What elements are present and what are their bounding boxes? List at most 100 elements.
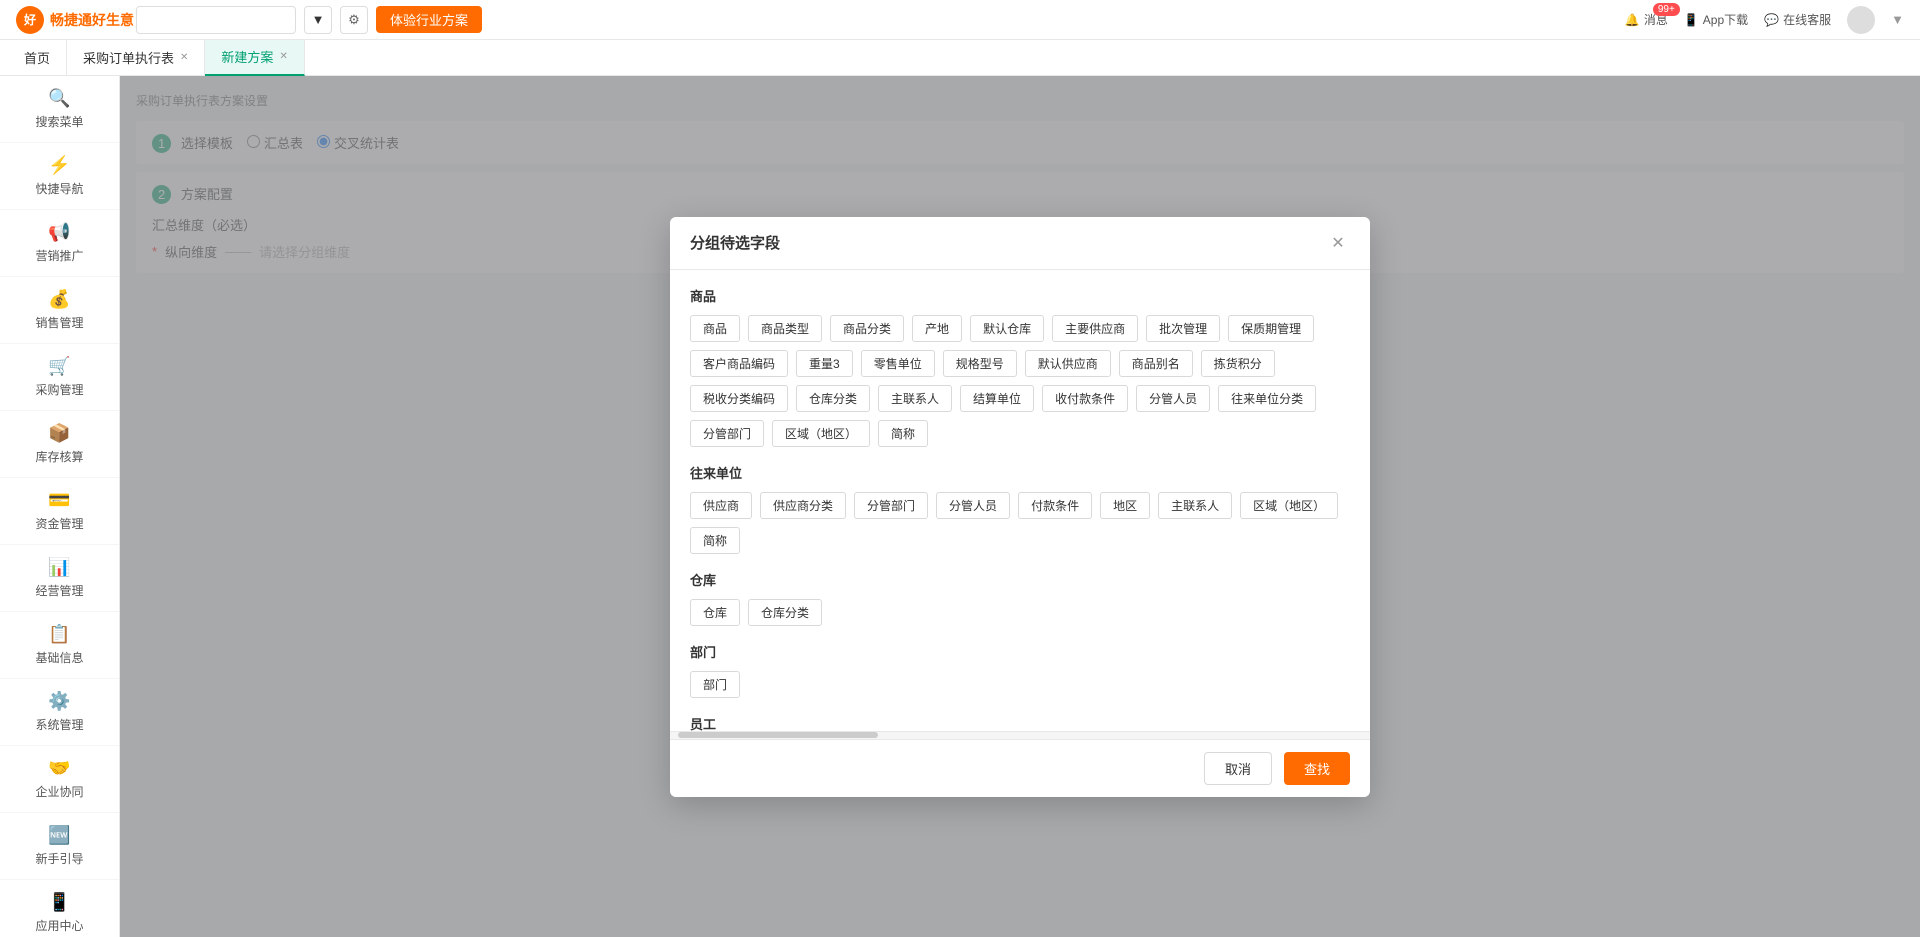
message-icon: 🔔 bbox=[1625, 13, 1640, 27]
tab-purchase-close-icon[interactable]: ✕ bbox=[180, 52, 188, 63]
field-tag-pick-points[interactable]: 拣货积分 bbox=[1201, 350, 1275, 377]
notification-badge[interactable]: 🔔 消息 99+ bbox=[1625, 11, 1668, 28]
sidebar-sales-label: 销售管理 bbox=[35, 314, 83, 331]
field-tag-product-category[interactable]: 商品分类 bbox=[830, 315, 904, 342]
field-tag-supervisor-partner[interactable]: 分管人员 bbox=[936, 492, 1010, 519]
field-tag-supplier[interactable]: 供应商 bbox=[690, 492, 752, 519]
sidebar-item-system[interactable]: ⚙️ 系统管理 bbox=[0, 679, 119, 746]
field-tag-default-supplier[interactable]: 默认供应商 bbox=[1025, 350, 1111, 377]
field-tag-main-supplier[interactable]: 主要供应商 bbox=[1052, 315, 1138, 342]
field-tag-tax-code[interactable]: 税收分类编码 bbox=[690, 385, 788, 412]
collab-icon: 🤝 bbox=[48, 758, 70, 779]
tab-home[interactable]: 首页 bbox=[8, 40, 67, 76]
service-icon: 💬 bbox=[1764, 13, 1779, 27]
content-area: 采购订单执行表方案设置 1 选择模板 汇总表 交叉统计表 2 方案配置 汇总维度… bbox=[120, 76, 1920, 937]
modal-horizontal-scrollbar[interactable] bbox=[670, 731, 1370, 738]
modal-body[interactable]: 商品 商品 商品类型 商品分类 产地 默认仓库 主要供应商 批次管理 保质期管理… bbox=[670, 270, 1370, 732]
sidebar-basic-info-label: 基础信息 bbox=[35, 649, 83, 666]
sidebar-item-collab[interactable]: 🤝 企业协同 bbox=[0, 746, 119, 813]
tab-new-plan-close-icon[interactable]: ✕ bbox=[279, 51, 287, 62]
field-tag-product-type[interactable]: 商品类型 bbox=[748, 315, 822, 342]
sidebar-item-search[interactable]: 🔍 搜索菜单 bbox=[0, 76, 119, 143]
logo-area: 好 畅捷通好生意 bbox=[16, 6, 136, 34]
sidebar-quick-nav-label: 快捷导航 bbox=[35, 180, 83, 197]
sidebar-collab-label: 企业协同 bbox=[35, 783, 83, 800]
sidebar-operations-label: 经营管理 bbox=[35, 582, 83, 599]
field-tag-retail-unit[interactable]: 零售单位 bbox=[861, 350, 935, 377]
tab-new-plan[interactable]: 新建方案 ✕ bbox=[205, 40, 304, 76]
confirm-button[interactable]: 查找 bbox=[1284, 752, 1350, 785]
field-tag-batch-mgmt[interactable]: 批次管理 bbox=[1146, 315, 1220, 342]
sidebar-item-operations[interactable]: 📊 经营管理 bbox=[0, 545, 119, 612]
field-tag-short-name-product[interactable]: 简称 bbox=[878, 420, 928, 447]
system-icon: ⚙️ bbox=[48, 691, 70, 712]
field-tag-warehouse[interactable]: 仓库 bbox=[690, 599, 740, 626]
sidebar-item-basic-info[interactable]: 📋 基础信息 bbox=[0, 612, 119, 679]
partner-field-tags: 供应商 供应商分类 分管部门 分管人员 付款条件 地区 主联系人 区域（地区） … bbox=[690, 492, 1350, 554]
app-download-label: App下载 bbox=[1703, 11, 1748, 28]
inventory-icon: 📦 bbox=[48, 423, 70, 444]
sidebar-item-purchase[interactable]: 🛒 采购管理 bbox=[0, 344, 119, 411]
sidebar-item-app-center[interactable]: 📱 应用中心 bbox=[0, 880, 119, 937]
field-tag-main-contact[interactable]: 主联系人 bbox=[878, 385, 952, 412]
trial-button[interactable]: 体验行业方案 bbox=[376, 6, 482, 33]
tab-purchase-label: 采购订单执行表 bbox=[83, 48, 174, 67]
field-tag-main-contact-partner[interactable]: 主联系人 bbox=[1158, 492, 1232, 519]
sidebar-item-finance[interactable]: 💳 资金管理 bbox=[0, 478, 119, 545]
tab-home-label: 首页 bbox=[24, 48, 50, 67]
tab-purchase-list[interactable]: 采购订单执行表 ✕ bbox=[67, 40, 205, 76]
field-tag-dept-mgmt[interactable]: 分管部门 bbox=[690, 420, 764, 447]
field-tag-payment-terms[interactable]: 收付款条件 bbox=[1042, 385, 1128, 412]
field-tag-default-warehouse[interactable]: 默认仓库 bbox=[970, 315, 1044, 342]
field-tag-region-partner[interactable]: 区域（地区） bbox=[1240, 492, 1338, 519]
logo-text: 畅捷通好生意 bbox=[50, 10, 134, 30]
field-tag-dept-partner[interactable]: 分管部门 bbox=[854, 492, 928, 519]
hscroll-thumb bbox=[678, 732, 878, 738]
field-tag-short-name-partner[interactable]: 简称 bbox=[690, 527, 740, 554]
field-tag-district[interactable]: 地区 bbox=[1100, 492, 1150, 519]
avatar[interactable] bbox=[1847, 6, 1875, 34]
modal-close-icon[interactable]: ✕ bbox=[1326, 231, 1350, 255]
sidebar-finance-label: 资金管理 bbox=[35, 515, 83, 532]
online-service-link[interactable]: 💬 在线客服 bbox=[1764, 11, 1831, 28]
field-tag-warehouse-category[interactable]: 仓库分类 bbox=[796, 385, 870, 412]
gear-icon[interactable]: ⚙ bbox=[340, 6, 368, 34]
field-tag-payment-cond[interactable]: 付款条件 bbox=[1018, 492, 1092, 519]
sidebar-item-quick-nav[interactable]: ⚡ 快捷导航 bbox=[0, 143, 119, 210]
field-tag-settlement-unit[interactable]: 结算单位 bbox=[960, 385, 1034, 412]
field-tag-supervisor[interactable]: 分管人员 bbox=[1136, 385, 1210, 412]
section-partner-title: 往来单位 bbox=[690, 463, 1350, 482]
sidebar: 🔍 搜索菜单 ⚡ 快捷导航 📢 营销推广 💰 销售管理 🛒 采购管理 📦 库存核… bbox=[0, 76, 120, 937]
field-tag-warehouse-cat[interactable]: 仓库分类 bbox=[748, 599, 822, 626]
cancel-button[interactable]: 取消 bbox=[1204, 752, 1272, 785]
modal-overlay: 分组待选字段 ✕ 商品 商品 商品类型 商品分类 产地 默认仓库 bbox=[120, 76, 1920, 937]
online-service-label: 在线客服 bbox=[1783, 11, 1831, 28]
field-tag-partner-category[interactable]: 往来单位分类 bbox=[1218, 385, 1316, 412]
section-product-title: 商品 bbox=[690, 286, 1350, 305]
modal-header: 分组待选字段 ✕ bbox=[670, 217, 1370, 270]
field-tag-dept[interactable]: 部门 bbox=[690, 671, 740, 698]
sidebar-item-guide[interactable]: 🆕 新手引导 bbox=[0, 813, 119, 880]
more-icon[interactable]: ▼ bbox=[1891, 12, 1904, 27]
field-tag-spec-model[interactable]: 规格型号 bbox=[943, 350, 1017, 377]
field-tag-region-product[interactable]: 区域（地区） bbox=[772, 420, 870, 447]
tab-bar: 首页 采购订单执行表 ✕ 新建方案 ✕ bbox=[0, 40, 1920, 76]
search-dropdown-icon[interactable]: ▼ bbox=[304, 6, 332, 34]
section-product: 商品 商品 商品类型 商品分类 产地 默认仓库 主要供应商 批次管理 保质期管理… bbox=[690, 286, 1350, 447]
field-tag-supplier-category[interactable]: 供应商分类 bbox=[760, 492, 846, 519]
section-employee-title: 员工 bbox=[690, 714, 1350, 732]
field-tag-customer-code[interactable]: 客户商品编码 bbox=[690, 350, 788, 377]
sidebar-item-marketing[interactable]: 📢 营销推广 bbox=[0, 210, 119, 277]
basic-info-icon: 📋 bbox=[48, 624, 70, 645]
sidebar-item-sales[interactable]: 💰 销售管理 bbox=[0, 277, 119, 344]
download-icon: 📱 bbox=[1684, 13, 1699, 27]
field-tag-weight3[interactable]: 重量3 bbox=[796, 350, 853, 377]
field-tag-product[interactable]: 商品 bbox=[690, 315, 740, 342]
top-header: 好 畅捷通好生意 ▼ ⚙ 体验行业方案 🔔 消息 99+ 📱 App下载 💬 在… bbox=[0, 0, 1920, 40]
sidebar-item-inventory[interactable]: 📦 库存核算 bbox=[0, 411, 119, 478]
field-tag-product-alias[interactable]: 商品别名 bbox=[1119, 350, 1193, 377]
field-tag-expiry-mgmt[interactable]: 保质期管理 bbox=[1228, 315, 1314, 342]
search-input[interactable] bbox=[136, 6, 296, 34]
field-tag-origin[interactable]: 产地 bbox=[912, 315, 962, 342]
app-download-link[interactable]: 📱 App下载 bbox=[1684, 11, 1748, 28]
